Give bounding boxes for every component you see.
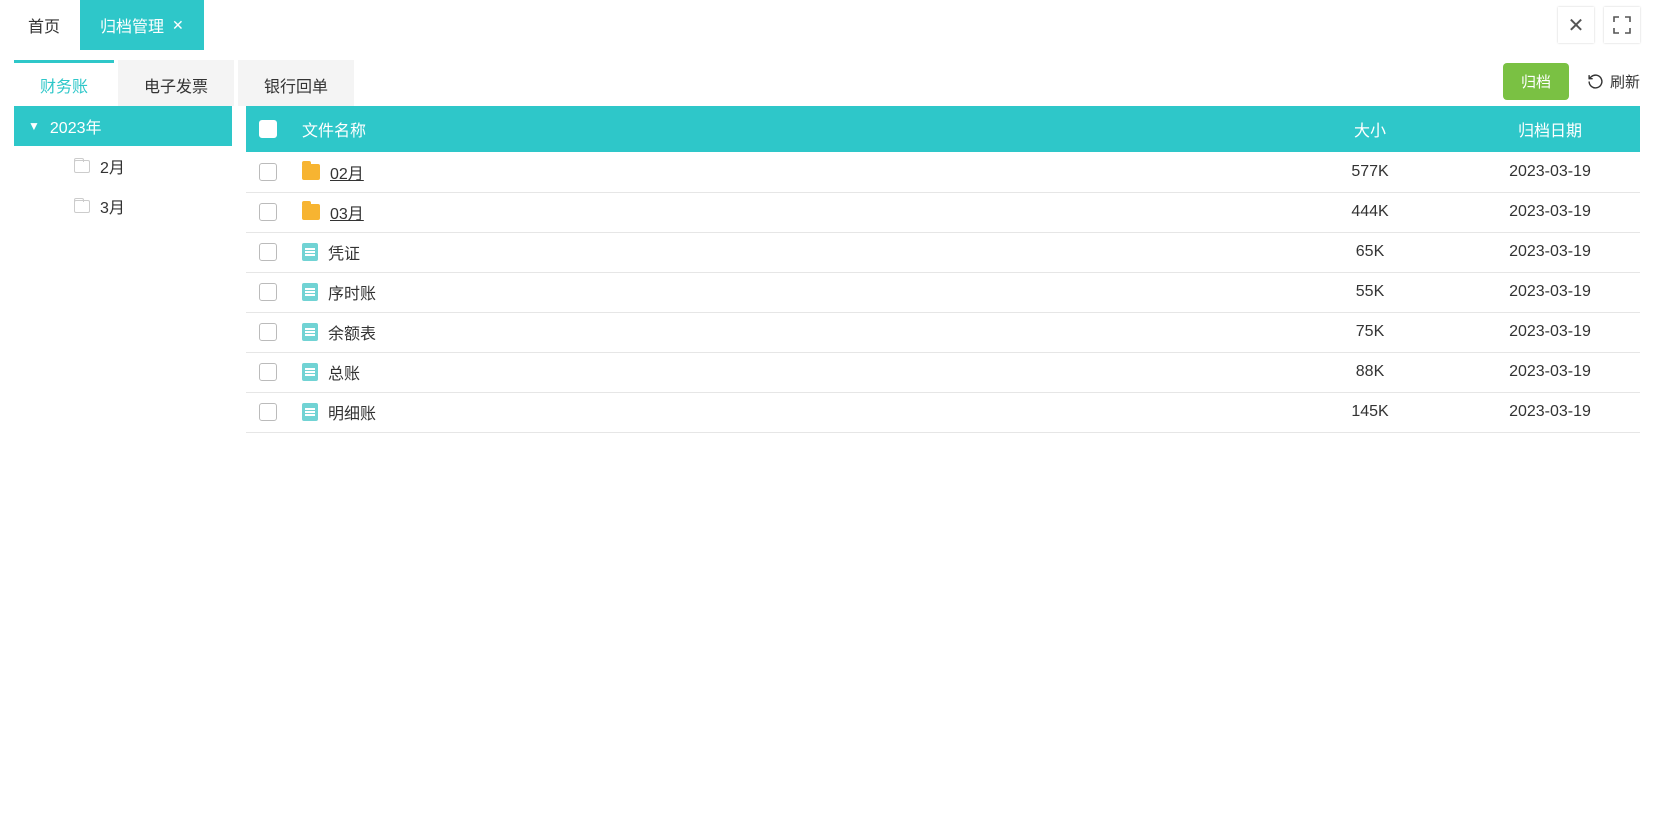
tree-month-label: 3月 xyxy=(100,194,125,218)
file-size: 55K xyxy=(1280,272,1460,312)
table-row: 凭证 65K 2023-03-19 xyxy=(246,232,1640,272)
tab-archive-management[interactable]: 归档管理 ✕ xyxy=(80,0,204,50)
main-content: ▼ 2023年 2月 3月 文件名称 大小 归档日期 xyxy=(0,106,1654,819)
close-tab-icon[interactable]: ✕ xyxy=(172,17,184,34)
file-date: 2023-03-19 xyxy=(1460,232,1640,272)
file-name[interactable]: 02月 xyxy=(330,160,364,184)
row-checkbox[interactable] xyxy=(259,163,277,181)
tree-month-node[interactable]: 2月 xyxy=(14,146,232,186)
file-date: 2023-03-19 xyxy=(1460,272,1640,312)
refresh-icon xyxy=(1587,73,1604,90)
file-name-cell: 序时账 xyxy=(302,280,1268,304)
file-name-cell: 凭证 xyxy=(302,240,1268,264)
folder-outline-icon xyxy=(74,160,90,173)
table-row: 序时账 55K 2023-03-19 xyxy=(246,272,1640,312)
archive-button[interactable]: 归档 xyxy=(1503,63,1569,100)
row-checkbox[interactable] xyxy=(259,403,277,421)
fullscreen-button[interactable] xyxy=(1604,7,1640,43)
close-icon: ✕ xyxy=(1568,13,1585,38)
caret-down-icon: ▼ xyxy=(28,119,40,133)
row-checkbox[interactable] xyxy=(259,323,277,341)
file-size: 65K xyxy=(1280,232,1460,272)
file-date: 2023-03-19 xyxy=(1460,192,1640,232)
subtab-finance[interactable]: 财务账 xyxy=(14,60,114,106)
table-row: 总账 88K 2023-03-19 xyxy=(246,352,1640,392)
refresh-label: 刷新 xyxy=(1610,71,1640,92)
folder-outline-icon xyxy=(74,200,90,213)
file-table-wrap: 文件名称 大小 归档日期 02月 577K 2023-03-19 03月 xyxy=(232,106,1654,819)
row-checkbox[interactable] xyxy=(259,243,277,261)
file-date: 2023-03-19 xyxy=(1460,352,1640,392)
row-checkbox[interactable] xyxy=(259,363,277,381)
file-size: 75K xyxy=(1280,312,1460,352)
table-row: 02月 577K 2023-03-19 xyxy=(246,152,1640,192)
tab-archive-label: 归档管理 xyxy=(100,13,164,37)
sidebar-tree: ▼ 2023年 2月 3月 xyxy=(14,106,232,819)
file-icon xyxy=(302,323,318,341)
select-all-checkbox[interactable] xyxy=(259,120,277,138)
tree-month-node[interactable]: 3月 xyxy=(14,186,232,226)
table-row: 余额表 75K 2023-03-19 xyxy=(246,312,1640,352)
subtab-bankslip-label: 银行回单 xyxy=(264,73,328,97)
file-name-cell: 03月 xyxy=(302,200,1268,224)
header-date: 归档日期 xyxy=(1460,106,1640,152)
file-date: 2023-03-19 xyxy=(1460,312,1640,352)
fullscreen-icon xyxy=(1613,16,1631,34)
tree-year-label: 2023年 xyxy=(50,114,102,138)
refresh-button[interactable]: 刷新 xyxy=(1587,71,1640,92)
file-name-cell: 总账 xyxy=(302,360,1268,384)
table-row: 03月 444K 2023-03-19 xyxy=(246,192,1640,232)
file-date: 2023-03-19 xyxy=(1460,152,1640,192)
top-tab-strip: 首页 归档管理 ✕ ✕ xyxy=(0,0,1654,50)
header-name: 文件名称 xyxy=(290,106,1280,152)
folder-icon xyxy=(302,164,320,180)
file-name: 明细账 xyxy=(328,400,376,424)
file-name: 余额表 xyxy=(328,320,376,344)
file-name[interactable]: 03月 xyxy=(330,200,364,224)
file-name-cell: 余额表 xyxy=(302,320,1268,344)
file-table: 文件名称 大小 归档日期 02月 577K 2023-03-19 03月 xyxy=(246,106,1640,433)
subtab-bankslip[interactable]: 银行回单 xyxy=(238,60,354,106)
tree-month-label: 2月 xyxy=(100,154,125,178)
file-size: 88K xyxy=(1280,352,1460,392)
file-icon xyxy=(302,283,318,301)
file-name: 总账 xyxy=(328,360,360,384)
file-size: 577K xyxy=(1280,152,1460,192)
file-size: 145K xyxy=(1280,392,1460,432)
file-icon xyxy=(302,403,318,421)
sub-tabs: 财务账 电子发票 银行回单 xyxy=(14,60,358,106)
close-button[interactable]: ✕ xyxy=(1558,7,1594,43)
sub-bar: 财务账 电子发票 银行回单 归档 刷新 xyxy=(0,50,1654,106)
tree-year-node[interactable]: ▼ 2023年 xyxy=(14,106,232,146)
tab-home[interactable]: 首页 xyxy=(8,0,80,50)
subtab-finance-label: 财务账 xyxy=(40,73,88,97)
file-name-cell: 明细账 xyxy=(302,400,1268,424)
subtab-einvoice-label: 电子发票 xyxy=(144,73,208,97)
file-size: 444K xyxy=(1280,192,1460,232)
row-checkbox[interactable] xyxy=(259,203,277,221)
file-icon xyxy=(302,363,318,381)
table-row: 明细账 145K 2023-03-19 xyxy=(246,392,1640,432)
folder-icon xyxy=(302,204,320,220)
file-name: 凭证 xyxy=(328,240,360,264)
row-checkbox[interactable] xyxy=(259,283,277,301)
file-date: 2023-03-19 xyxy=(1460,392,1640,432)
tab-home-label: 首页 xyxy=(28,13,60,37)
file-name: 序时账 xyxy=(328,280,376,304)
header-size: 大小 xyxy=(1280,106,1460,152)
file-icon xyxy=(302,243,318,261)
file-name-cell: 02月 xyxy=(302,160,1268,184)
table-header-row: 文件名称 大小 归档日期 xyxy=(246,106,1640,152)
archive-button-label: 归档 xyxy=(1521,74,1551,91)
subtab-einvoice[interactable]: 电子发票 xyxy=(118,60,234,106)
